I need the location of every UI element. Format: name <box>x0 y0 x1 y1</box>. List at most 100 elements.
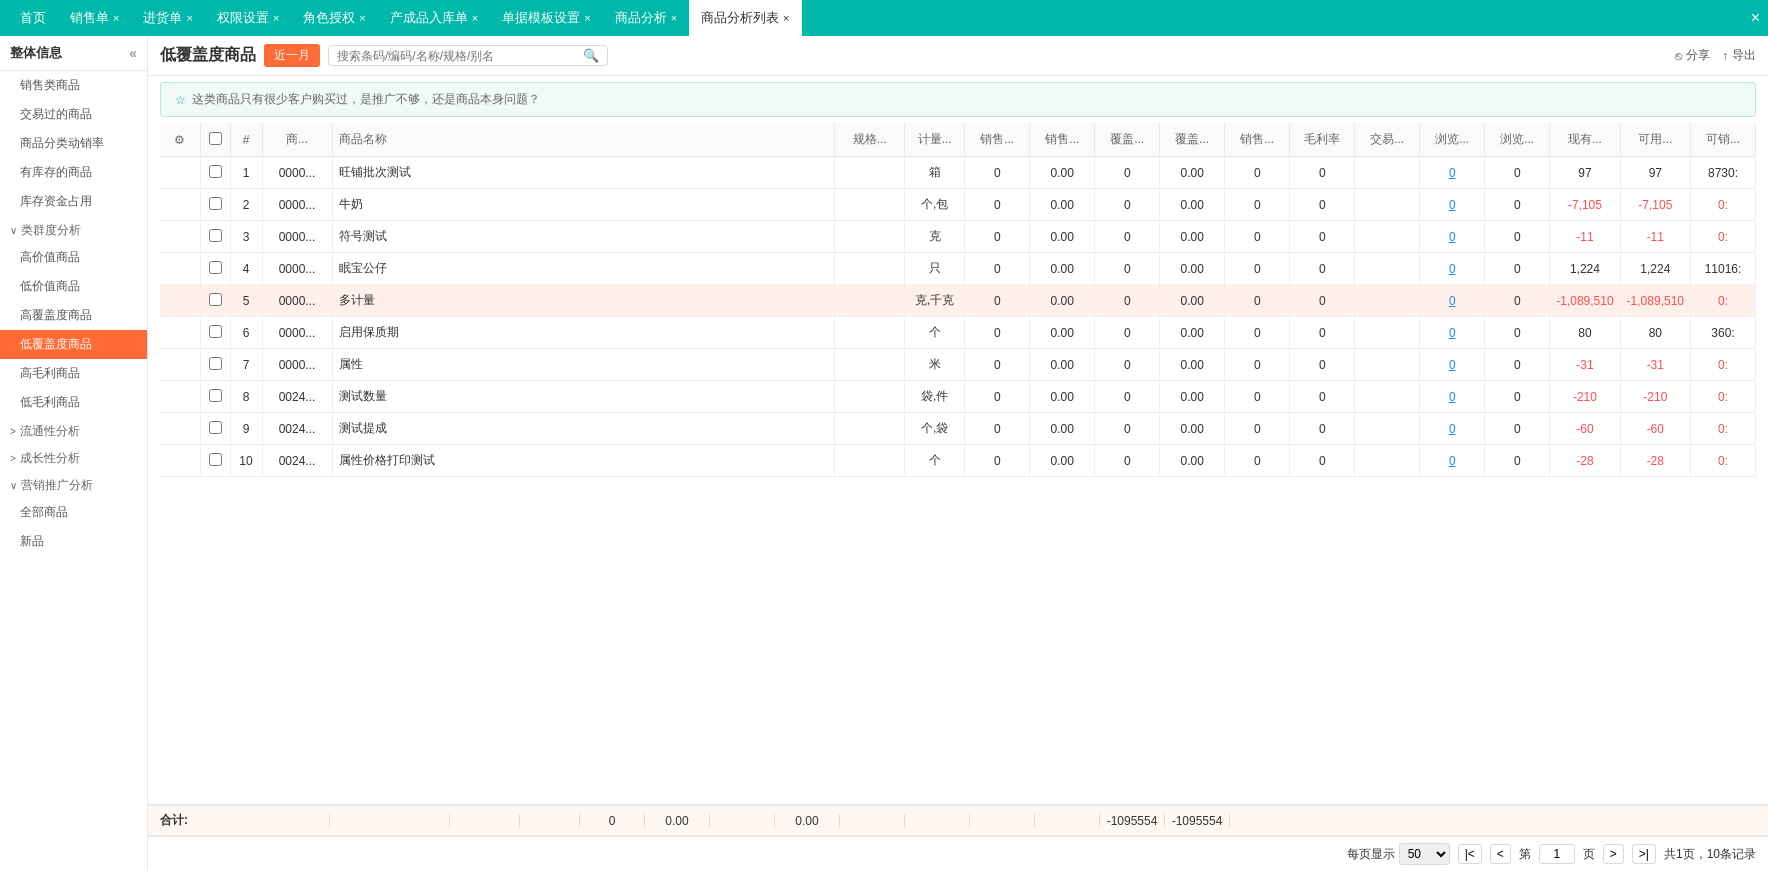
row-browse1[interactable]: 0 <box>1420 413 1485 445</box>
col-sales2-header[interactable]: 销售... <box>1030 123 1095 157</box>
close-all-tabs[interactable]: × <box>1751 9 1760 27</box>
sidebar-item-high-coverage[interactable]: 高覆盖度商品 <box>0 301 147 330</box>
col-unit-header[interactable]: 计量... <box>905 123 965 157</box>
nav-purchase[interactable]: 进货单 × <box>131 0 204 36</box>
row-checkbox[interactable] <box>200 157 230 189</box>
nav-close-product-inbound[interactable]: × <box>472 12 478 24</box>
col-browse2-header[interactable]: 浏览... <box>1485 123 1550 157</box>
row-select-checkbox[interactable] <box>209 389 222 402</box>
col-stock1-header[interactable]: 现有... <box>1550 123 1620 157</box>
sidebar-item-sales-products[interactable]: 销售类商品 <box>0 71 147 100</box>
row-browse1[interactable]: 0 <box>1420 349 1485 381</box>
nav-product-analysis-list[interactable]: 商品分析列表 × <box>689 0 801 36</box>
time-filter-button[interactable]: 近一月 <box>264 44 320 67</box>
row-select-checkbox[interactable] <box>209 261 222 274</box>
nav-permissions[interactable]: 权限设置 × <box>205 0 291 36</box>
col-sales3-header[interactable]: 销售... <box>1225 123 1290 157</box>
sidebar-item-high-margin[interactable]: 高毛利商品 <box>0 359 147 388</box>
row-browse1[interactable]: 0 <box>1420 221 1485 253</box>
table-container[interactable]: ⚙ # 商... 商品名称 规格... 计量... 销售... 销售... 覆盖… <box>148 123 1768 804</box>
col-trade-header[interactable]: 交易... <box>1355 123 1420 157</box>
sidebar-group-flow[interactable]: > 流通性分析 <box>0 417 147 444</box>
row-browse1[interactable]: 0 <box>1420 157 1485 189</box>
row-checkbox[interactable] <box>200 413 230 445</box>
row-select-checkbox[interactable] <box>209 165 222 178</box>
row-browse1[interactable]: 0 <box>1420 317 1485 349</box>
first-page-btn[interactable]: |< <box>1458 844 1482 864</box>
col-coverage2-header[interactable]: 覆盖... <box>1160 123 1225 157</box>
row-checkbox[interactable] <box>200 349 230 381</box>
sidebar-group-marketing[interactable]: ∨ 营销推广分析 <box>0 471 147 498</box>
nav-product-analysis[interactable]: 商品分析 × <box>603 0 689 36</box>
sidebar-item-traded-products[interactable]: 交易过的商品 <box>0 100 147 129</box>
row-code: 0000... <box>262 349 332 381</box>
row-select-checkbox[interactable] <box>209 453 222 466</box>
nav-template[interactable]: 单据模板设置 × <box>490 0 602 36</box>
last-page-btn[interactable]: >| <box>1632 844 1656 864</box>
col-stock3-header[interactable]: 可销... <box>1691 123 1756 157</box>
col-settings[interactable]: ⚙ <box>160 123 200 157</box>
row-settings <box>160 221 200 253</box>
row-browse1[interactable]: 0 <box>1420 285 1485 317</box>
sidebar-item-low-value[interactable]: 低价值商品 <box>0 272 147 301</box>
row-browse2: 0 <box>1485 413 1550 445</box>
sidebar-item-high-value[interactable]: 高价值商品 <box>0 243 147 272</box>
nav-close-sales[interactable]: × <box>113 12 119 24</box>
select-all-checkbox[interactable] <box>209 132 222 145</box>
per-page-select[interactable]: 50 100 200 <box>1399 843 1450 865</box>
page-number-input[interactable] <box>1539 844 1575 864</box>
row-browse1[interactable]: 0 <box>1420 189 1485 221</box>
row-select-checkbox[interactable] <box>209 357 222 370</box>
col-stock2-header[interactable]: 可用... <box>1620 123 1690 157</box>
nav-close-roles[interactable]: × <box>359 12 365 24</box>
row-checkbox[interactable] <box>200 221 230 253</box>
sidebar-item-all-products[interactable]: 全部商品 <box>0 498 147 527</box>
row-browse1[interactable]: 0 <box>1420 445 1485 477</box>
nav-home[interactable]: 首页 <box>8 0 58 36</box>
col-margin-header[interactable]: 毛利率 <box>1290 123 1355 157</box>
export-button[interactable]: ↑ 导出 <box>1722 47 1756 64</box>
nav-close-template[interactable]: × <box>584 12 590 24</box>
sidebar-item-stock-capital[interactable]: 库存资金占用 <box>0 187 147 216</box>
col-spec-header[interactable]: 规格... <box>835 123 905 157</box>
nav-close-product-analysis[interactable]: × <box>671 12 677 24</box>
row-select-checkbox[interactable] <box>209 421 222 434</box>
sidebar-item-stocked-products[interactable]: 有库存的商品 <box>0 158 147 187</box>
sidebar-group-cluster[interactable]: ∨ 类群度分析 <box>0 216 147 243</box>
prev-page-btn[interactable]: < <box>1490 844 1511 864</box>
col-coverage1-header[interactable]: 覆盖... <box>1095 123 1160 157</box>
row-select-checkbox[interactable] <box>209 229 222 242</box>
col-sales1-header[interactable]: 销售... <box>965 123 1030 157</box>
nav-product-inbound[interactable]: 产成品入库单 × <box>378 0 490 36</box>
row-unit: 克 <box>905 221 965 253</box>
row-checkbox[interactable] <box>200 317 230 349</box>
search-input[interactable] <box>337 49 583 63</box>
row-browse1[interactable]: 0 <box>1420 381 1485 413</box>
row-checkbox[interactable] <box>200 253 230 285</box>
row-checkbox[interactable] <box>200 445 230 477</box>
row-browse1[interactable]: 0 <box>1420 253 1485 285</box>
nav-close-product-analysis-list[interactable]: × <box>783 12 789 24</box>
nav-close-purchase[interactable]: × <box>186 12 192 24</box>
nav-roles[interactable]: 角色授权 × <box>291 0 377 36</box>
row-checkbox[interactable] <box>200 285 230 317</box>
row-select-checkbox[interactable] <box>209 293 222 306</box>
row-coverage1: 0 <box>1095 381 1160 413</box>
sidebar-item-new-products[interactable]: 新品 <box>0 527 147 556</box>
sidebar-item-category-rate[interactable]: 商品分类动销率 <box>0 129 147 158</box>
sidebar-collapse-btn[interactable]: « <box>129 45 137 61</box>
col-code-header[interactable]: 商... <box>262 123 332 157</box>
row-select-checkbox[interactable] <box>209 325 222 338</box>
sidebar-item-low-margin[interactable]: 低毛利商品 <box>0 388 147 417</box>
row-checkbox[interactable] <box>200 189 230 221</box>
nav-close-permissions[interactable]: × <box>273 12 279 24</box>
row-select-checkbox[interactable] <box>209 197 222 210</box>
row-sales2: 0.00 <box>1030 285 1095 317</box>
share-button[interactable]: ⎋ 分享 <box>1675 47 1710 64</box>
sidebar-item-low-coverage[interactable]: 低覆盖度商品 <box>0 330 147 359</box>
row-checkbox[interactable] <box>200 381 230 413</box>
col-browse1-header[interactable]: 浏览... <box>1420 123 1485 157</box>
sidebar-group-growth[interactable]: > 成长性分析 <box>0 444 147 471</box>
next-page-btn[interactable]: > <box>1603 844 1624 864</box>
nav-sales[interactable]: 销售单 × <box>58 0 131 36</box>
